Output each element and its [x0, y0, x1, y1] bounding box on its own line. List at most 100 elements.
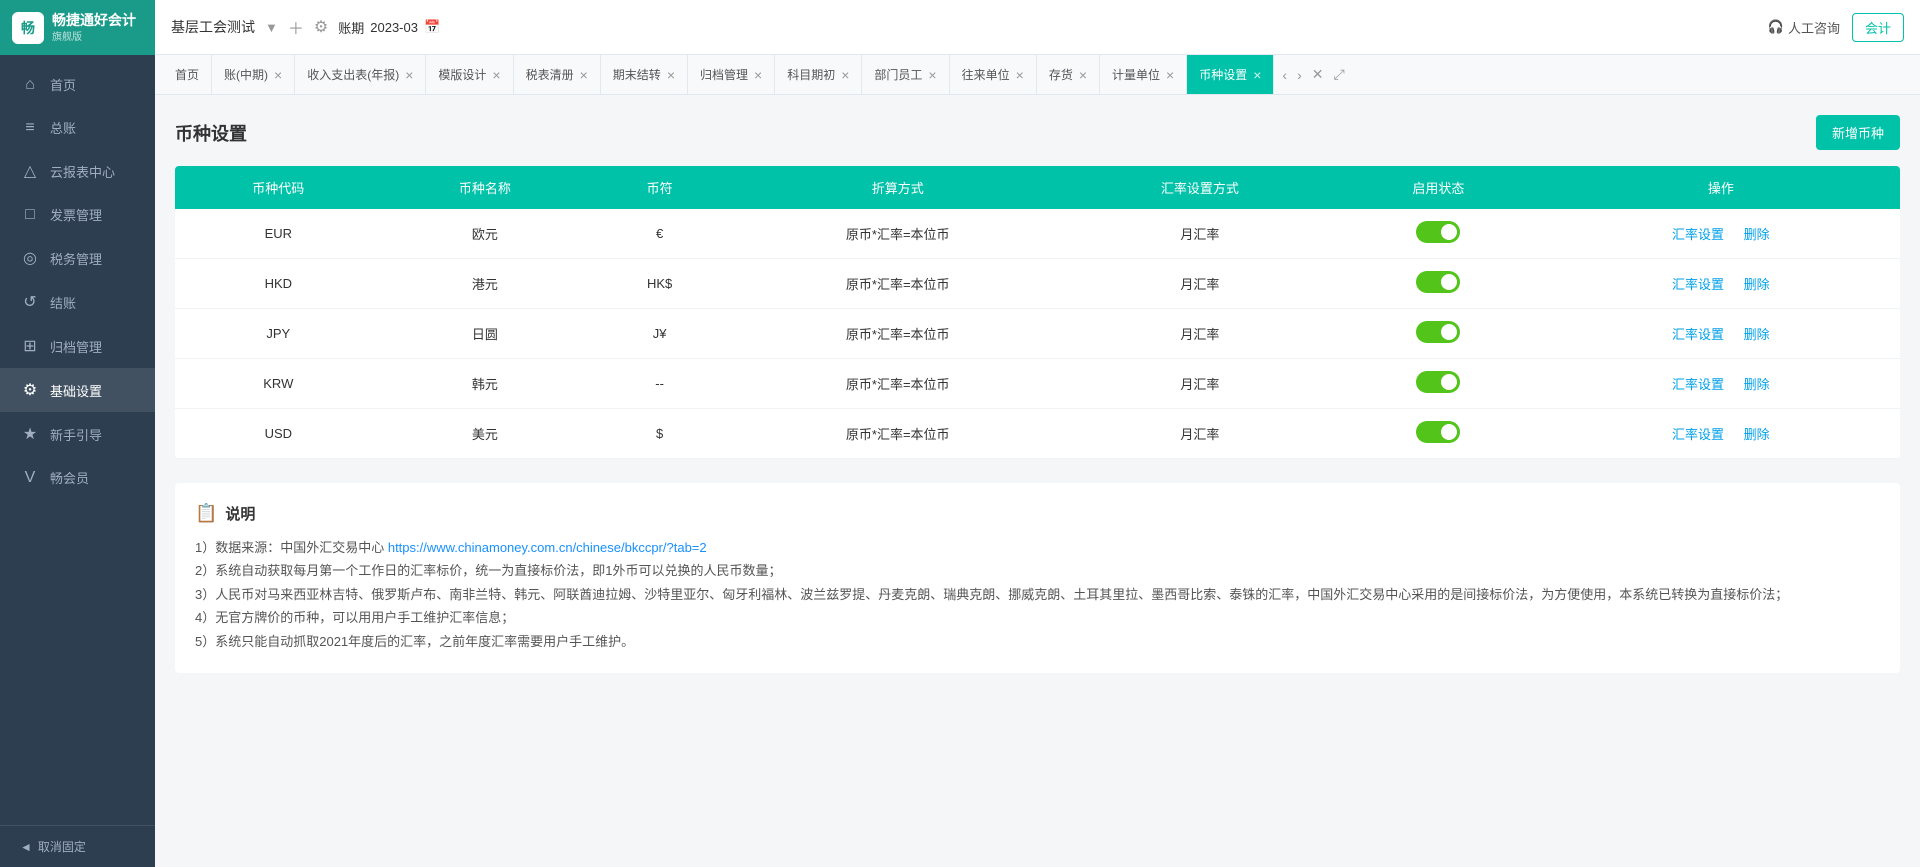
sidebar-item-archive[interactable]: ⊞ 归档管理 [0, 324, 155, 368]
tab-label-6: 归档管理 [700, 66, 748, 83]
tab-close-3[interactable]: × [492, 67, 500, 83]
tab-2[interactable]: 收入支出表(年报)× [295, 55, 426, 94]
tab-close-6[interactable]: × [754, 67, 762, 83]
sidebar-item-reports[interactable]: △ 云报表中心 [0, 149, 155, 193]
tab-close-4[interactable]: × [580, 67, 588, 83]
cell-symbol-3: -- [588, 359, 731, 409]
tab-4[interactable]: 税表清册× [514, 55, 601, 94]
logo-icon: 畅 [12, 12, 44, 44]
cell-name-2: 日圆 [382, 309, 589, 359]
table-row: KRW 韩元 -- 原币*汇率=本位币 月汇率 汇率设置 删除 [175, 359, 1900, 409]
cell-method-4: 原币*汇率=本位币 [731, 409, 1065, 459]
guide-icon: ★ [20, 424, 40, 444]
tab-restore-icon[interactable]: ⤢ [1330, 64, 1349, 85]
tab-11[interactable]: 计量单位× [1100, 55, 1187, 94]
tab-label-7: 科目期初 [787, 66, 835, 83]
tab-next-icon[interactable]: › [1293, 65, 1306, 85]
delete-link-2[interactable]: 删除 [1744, 327, 1770, 342]
toggle-4[interactable] [1416, 421, 1460, 443]
tab-close-9[interactable]: × [1016, 67, 1024, 83]
header-row: 币种代码币种名称币符折算方式汇率设置方式启用状态操作 [175, 166, 1900, 209]
rate-setting-link-4[interactable]: 汇率设置 [1672, 427, 1724, 442]
add-tab-button[interactable]: ＋ [288, 15, 304, 39]
sidebar-item-ledger[interactable]: ≡ 总账 [0, 106, 155, 149]
company-dropdown-icon[interactable]: ▼ [265, 20, 278, 35]
cell-symbol-4: $ [588, 409, 731, 459]
rate-setting-link-0[interactable]: 汇率设置 [1672, 227, 1724, 242]
archive-icon: ⊞ [20, 336, 40, 356]
cell-enabled-0 [1335, 209, 1542, 259]
delete-link-0[interactable]: 删除 [1744, 227, 1770, 242]
sidebar-nav: ⌂ 首页 ≡ 总账 △ 云报表中心 □ 发票管理 ◎ 税务管理 ↺ 结账 ⊞ 归… [0, 55, 155, 825]
sidebar-label-settings: 基础设置 [50, 381, 102, 400]
tab-3[interactable]: 模版设计× [426, 55, 513, 94]
table-row: EUR 欧元 € 原币*汇率=本位币 月汇率 汇率设置 删除 [175, 209, 1900, 259]
invoice-icon: □ [20, 206, 40, 224]
th-币符: 币符 [588, 166, 731, 209]
rate-setting-link-1[interactable]: 汇率设置 [1672, 277, 1724, 292]
note-item-4: 5）系统只能自动抓取2021年度后的汇率，之前年度汇率需要用户手工维护。 [195, 630, 1880, 653]
tab-9[interactable]: 往来单位× [950, 55, 1037, 94]
tab-close-8[interactable]: × [928, 67, 936, 83]
tab-5[interactable]: 期末结转× [601, 55, 688, 94]
table-row: JPY 日圆 J¥ 原币*汇率=本位币 月汇率 汇率设置 删除 [175, 309, 1900, 359]
rate-setting-link-3[interactable]: 汇率设置 [1672, 377, 1724, 392]
sidebar-item-invoice[interactable]: □ 发票管理 [0, 193, 155, 236]
tab-close-5[interactable]: × [667, 67, 675, 83]
sidebar-footer-label: 取消固定 [38, 838, 86, 855]
tab-close-all-icon[interactable]: ✕ [1308, 64, 1328, 85]
cell-symbol-1: HK$ [588, 259, 731, 309]
pin-icon: ◄ [20, 840, 32, 854]
tab-close-11[interactable]: × [1166, 67, 1174, 83]
tab-6[interactable]: 归档管理 × [688, 55, 775, 94]
tab-12[interactable]: 币种设置× [1187, 55, 1274, 94]
page-title: 币种设置 [175, 120, 247, 146]
sidebar-item-checkout[interactable]: ↺ 结账 [0, 280, 155, 324]
toggle-1[interactable] [1416, 271, 1460, 293]
tab-close-10[interactable]: × [1079, 67, 1087, 83]
tab-close-12[interactable]: × [1253, 67, 1261, 83]
delete-link-1[interactable]: 删除 [1744, 277, 1770, 292]
member-icon: V [20, 469, 40, 487]
topbar-right: 🎧 人工咨询 会计 [1768, 13, 1904, 42]
delete-link-4[interactable]: 删除 [1744, 427, 1770, 442]
sidebar-item-tax[interactable]: ◎ 税务管理 [0, 236, 155, 280]
cell-actions-4: 汇率设置 删除 [1542, 409, 1900, 459]
delete-link-3[interactable]: 删除 [1744, 377, 1770, 392]
calendar-icon[interactable]: 📅 [424, 19, 440, 35]
tab-10[interactable]: 存货× [1037, 55, 1100, 94]
sidebar-label-tax: 税务管理 [50, 249, 102, 268]
sidebar-label-invoice: 发票管理 [50, 205, 102, 224]
sidebar-item-member[interactable]: V 畅会员 [0, 456, 155, 499]
tab-close-7[interactable]: × [841, 67, 849, 83]
table-header: 币种代码币种名称币符折算方式汇率设置方式启用状态操作 [175, 166, 1900, 209]
notes-section: 📋 说明 1）数据来源：中国外汇交易中心 https://www.chinamo… [175, 483, 1900, 673]
sidebar-item-home[interactable]: ⌂ 首页 [0, 63, 155, 106]
tab-1[interactable]: 账(中期)× [212, 55, 295, 94]
period-value: 2023-03 [370, 20, 418, 35]
th-汇率设置方式: 汇率设置方式 [1065, 166, 1336, 209]
th-操作: 操作 [1542, 166, 1900, 209]
tab-prev-icon[interactable]: ‹ [1278, 65, 1291, 85]
new-currency-button[interactable]: 新增币种 [1816, 115, 1900, 150]
toggle-0[interactable] [1416, 221, 1460, 243]
tab-8[interactable]: 部门员工× [862, 55, 949, 94]
consult-button[interactable]: 🎧 人工咨询 [1768, 18, 1840, 37]
kuaiji-button[interactable]: 会计 [1852, 13, 1904, 42]
toggle-3[interactable] [1416, 371, 1460, 393]
toggle-2[interactable] [1416, 321, 1460, 343]
rate-setting-link-2[interactable]: 汇率设置 [1672, 327, 1724, 342]
sidebar-footer[interactable]: ◄ 取消固定 [0, 825, 155, 867]
sidebar-item-guide[interactable]: ★ 新手引导 [0, 412, 155, 456]
settings-icon[interactable]: ⚙ [314, 17, 328, 37]
tab-close-1[interactable]: × [274, 67, 282, 83]
cell-code-0: EUR [175, 209, 382, 259]
tab-0[interactable]: 首页 [163, 55, 212, 94]
sidebar-item-settings[interactable]: ⚙ 基础设置 [0, 368, 155, 412]
tab-7[interactable]: 科目期初 × [775, 55, 862, 94]
table-body: EUR 欧元 € 原币*汇率=本位币 月汇率 汇率设置 删除 HKD 港元 HK… [175, 209, 1900, 459]
notes-link[interactable]: https://www.chinamoney.com.cn/chinese/bk… [388, 540, 707, 555]
tab-label-0: 首页 [175, 66, 199, 83]
company-name: 基层工会测试 [171, 17, 255, 37]
tab-close-2[interactable]: × [405, 67, 413, 83]
